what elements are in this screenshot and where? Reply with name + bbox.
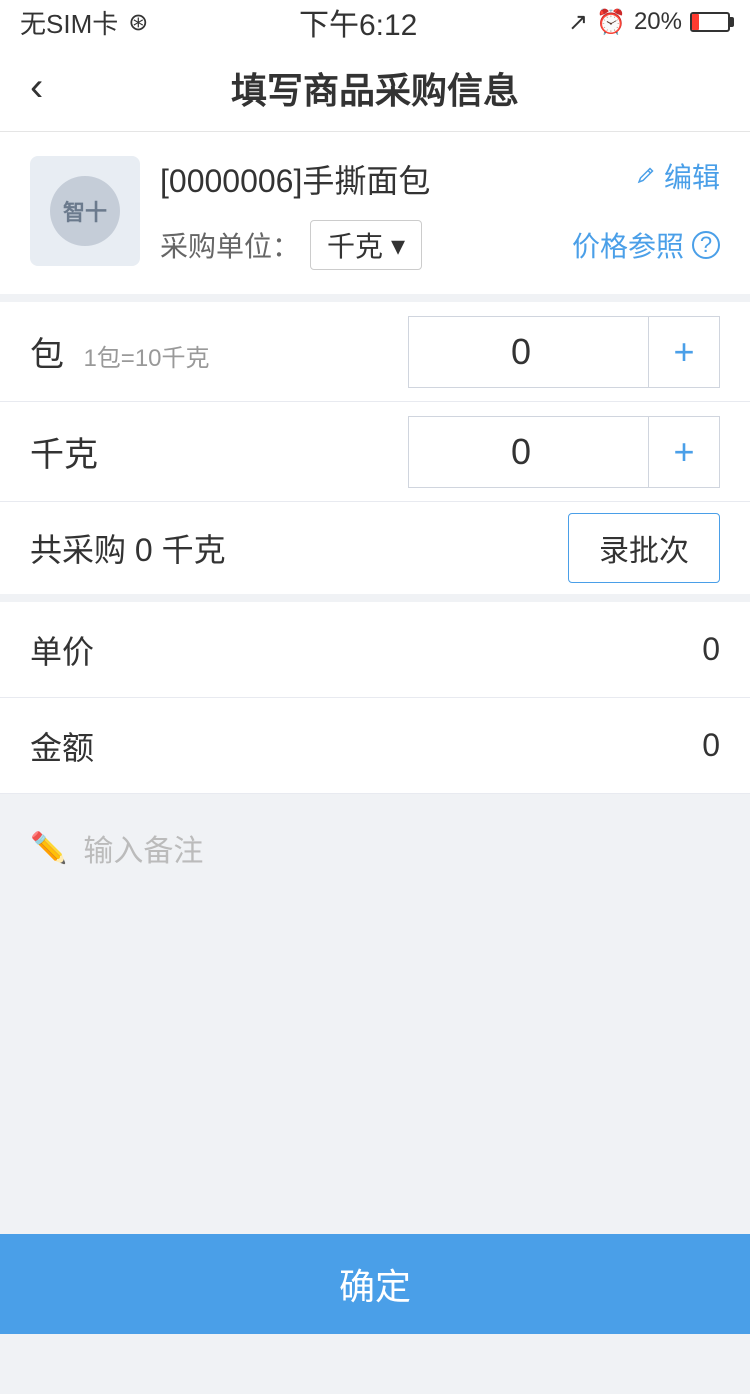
edit-button[interactable]: 编辑 <box>636 156 720 196</box>
unit-price-row: 单价 0 <box>0 602 750 698</box>
total-row: 共采购 0 千克 录批次 <box>0 502 750 602</box>
product-unit-row: 采购单位： 千克 ▾ 价格参照 ? <box>160 220 720 270</box>
page-title: 填写商品采购信息 <box>231 62 519 114</box>
unit-label: 采购单位： <box>160 225 300 265</box>
amount-value: 0 <box>702 727 720 764</box>
alarm-icon: ⏰ <box>596 8 626 37</box>
price-section: 单价 0 金额 0 <box>0 602 750 794</box>
battery-fill <box>692 14 699 30</box>
unit-value: 千克 <box>327 225 383 265</box>
qty-input-wrap-bag: + <box>210 316 720 388</box>
status-bar: 无SIM卡 ⊛ 下午6:12 ↗ ⏰ 20% <box>0 0 750 44</box>
edit-icon <box>636 165 658 187</box>
amount-label: 金额 <box>30 723 94 769</box>
confirm-button[interactable]: 确定 <box>0 1234 750 1334</box>
help-icon: ? <box>692 231 720 259</box>
product-name: [0000006]手撕面包 <box>160 156 430 202</box>
carrier-label: 无SIM卡 <box>20 4 118 41</box>
back-button[interactable]: ‹ <box>30 65 43 110</box>
nav-bar: ‹ 填写商品采购信息 <box>0 44 750 132</box>
location-icon: ↗ <box>568 8 588 37</box>
price-reference-button[interactable]: 价格参照 ? <box>572 225 720 265</box>
battery-icon <box>690 12 730 32</box>
status-time: 下午6:12 <box>299 0 417 44</box>
product-image: 智十 <box>30 156 140 266</box>
unit-price-label: 单价 <box>30 627 94 673</box>
amount-row: 金额 0 <box>0 698 750 794</box>
status-right: ↗ ⏰ 20% <box>568 8 730 37</box>
unit-chevron-icon: ▾ <box>391 229 405 262</box>
quantity-row-kg: 千克 + <box>0 402 750 502</box>
qty-input-bag[interactable] <box>408 316 648 388</box>
price-ref-label: 价格参照 <box>572 225 684 265</box>
product-header: [0000006]手撕面包 编辑 <box>160 156 720 202</box>
qty-input-wrap-kg: + <box>190 416 720 488</box>
qty-plus-bag[interactable]: + <box>648 316 720 388</box>
product-info: [0000006]手撕面包 编辑 采购单位： 千克 ▾ 价格参照 ? <box>160 156 720 270</box>
edit-label: 编辑 <box>664 156 720 196</box>
wifi-icon: ⊛ <box>128 8 148 37</box>
unit-select[interactable]: 千克 ▾ <box>310 220 422 270</box>
total-label: 共采购 0 千克 <box>30 525 226 571</box>
quantity-row-bag: 包 1包=10千克 + <box>0 302 750 402</box>
qty-input-kg[interactable] <box>408 416 648 488</box>
batch-button[interactable]: 录批次 <box>568 513 720 583</box>
quantity-section: 包 1包=10千克 + 千克 + 共采购 0 千克 录批次 <box>0 302 750 602</box>
remark-section[interactable]: ✏️ 输入备注 <box>0 802 750 894</box>
unit-price-value: 0 <box>702 631 720 668</box>
qty-label-kg: 千克 <box>30 427 190 476</box>
product-card: 智十 [0000006]手撕面包 编辑 采购单位： 千克 ▾ 价格参照 <box>0 132 750 302</box>
qty-plus-kg[interactable]: + <box>648 416 720 488</box>
status-left: 无SIM卡 ⊛ <box>20 4 148 41</box>
pencil-icon: ✏️ <box>30 831 67 866</box>
battery-percent: 20% <box>634 8 682 36</box>
remark-placeholder: 输入备注 <box>83 826 203 870</box>
qty-label-bag: 包 1包=10千克 <box>30 327 210 376</box>
qty-sublabel-bag: 1包=10千克 <box>83 345 209 372</box>
product-thumbnail: 智十 <box>50 176 120 246</box>
